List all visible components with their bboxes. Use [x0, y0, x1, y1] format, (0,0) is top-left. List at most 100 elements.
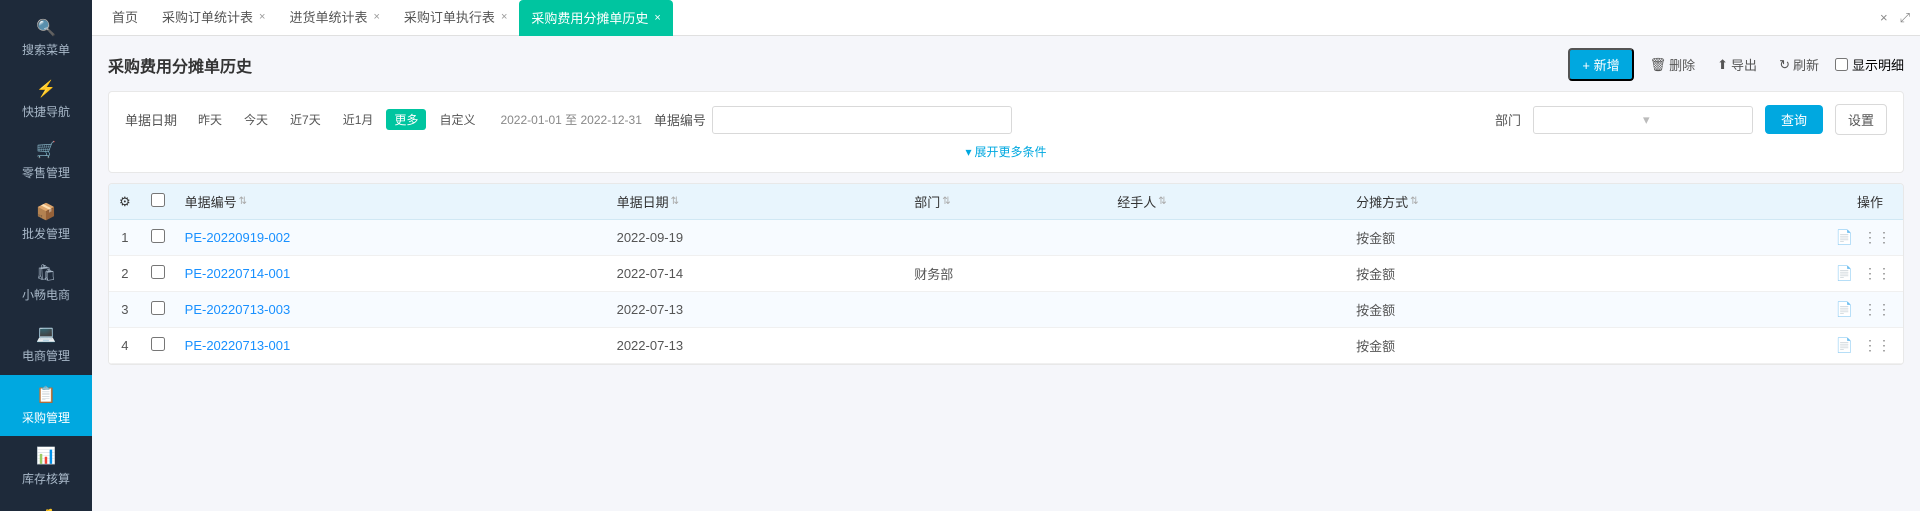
cell-doc-no-1[interactable]: PE-20220714-001	[175, 256, 607, 292]
col-ops: 操作	[1630, 184, 1903, 220]
tab-inbound-stat[interactable]: 进货单统计表×	[277, 0, 391, 36]
date-quick-buttons: 昨天 今天 近7天 近1月 更多 自定义	[189, 108, 484, 131]
sidebar-item-search[interactable]: 🔍搜索菜单	[0, 8, 92, 69]
tab-purchase-fee-history[interactable]: 采购费用分摊单历史×	[519, 0, 672, 36]
row-checkbox-2[interactable]	[151, 301, 165, 315]
tab-close-inbound-stat[interactable]: ×	[373, 11, 379, 23]
cell-ops-1: 📄 ⋮⋮	[1630, 256, 1903, 292]
chevron-down-icon: ▾	[965, 145, 971, 159]
select-all-checkbox[interactable]	[151, 193, 165, 207]
cell-ops-2: 📄 ⋮⋮	[1630, 292, 1903, 328]
show-detail-checkbox[interactable]: 显示明细	[1835, 55, 1904, 74]
cell-ops-0: 📄 ⋮⋮	[1630, 220, 1903, 256]
tab-close-purchase-fee-history[interactable]: ×	[654, 12, 660, 24]
doc-no-group: 单据编号	[654, 106, 1483, 134]
doc-no-input[interactable]	[712, 106, 1012, 134]
sidebar-item-retail[interactable]: 🛒零售管理	[0, 130, 92, 191]
chevron-down-icon: ▾	[1643, 112, 1744, 128]
detail-icon-0[interactable]: ⋮⋮	[1861, 227, 1893, 248]
dept-select-value	[1542, 112, 1643, 127]
cell-seq-0: 1	[109, 220, 141, 256]
delete-button[interactable]: 🗑 删除	[1644, 51, 1702, 78]
col-checkbox-header	[141, 184, 175, 220]
tab-home[interactable]: 首页	[100, 0, 150, 36]
dept-select[interactable]: ▾	[1533, 106, 1753, 134]
search-button[interactable]: 查询	[1765, 105, 1823, 134]
last1month-btn[interactable]: 近1月	[334, 108, 383, 131]
cell-doc-no-2[interactable]: PE-20220713-003	[175, 292, 607, 328]
cell-handler-3	[1107, 328, 1346, 364]
sidebar-item-finance[interactable]: 💰资金管理	[0, 498, 92, 511]
view-icon-1[interactable]: 📄	[1834, 263, 1855, 284]
sidebar-icon-ecommerce: 💻	[4, 324, 88, 346]
cell-alloc-1: 按金额	[1346, 256, 1630, 292]
expand-more-button[interactable]: ▾ 展开更多条件	[965, 143, 1046, 160]
today-btn[interactable]: 今天	[235, 108, 277, 131]
col-alloc-method: 分摊方式⇅	[1346, 184, 1630, 220]
cell-doc-date-2: 2022-07-13	[607, 292, 905, 328]
row-checkbox-0[interactable]	[151, 229, 165, 243]
add-button[interactable]: + 新增	[1568, 48, 1633, 81]
yesterday-btn[interactable]: 昨天	[189, 108, 231, 131]
cell-seq-3: 4	[109, 328, 141, 364]
dept-label: 部门	[1495, 110, 1521, 129]
header-actions: + 新增 🗑 删除 ⬆ 导出 ↻ 刷新 显示明细	[1568, 48, 1904, 81]
col-doc-no: 单据编号⇅	[175, 184, 607, 220]
tab-close-purchase-order-exec[interactable]: ×	[501, 11, 507, 23]
sidebar-item-ecommerce[interactable]: 💻电商管理	[0, 314, 92, 375]
more-btn[interactable]: 更多	[386, 109, 426, 130]
tab-close-purchase-order-stat[interactable]: ×	[259, 11, 265, 23]
data-table: ⚙ 单据编号⇅ 单据日期⇅ 部门⇅ 经手人⇅ 分摊方式⇅ 操作 1 PE-202…	[109, 184, 1903, 364]
cell-dept-3	[904, 328, 1107, 364]
last7days-btn[interactable]: 近7天	[281, 108, 330, 131]
sidebar-icon-purchase: 📋	[4, 385, 88, 407]
view-icon-2[interactable]: 📄	[1834, 299, 1855, 320]
sidebar-item-quick-nav[interactable]: ⚡快捷导航	[0, 69, 92, 130]
row-checkbox-1[interactable]	[151, 265, 165, 279]
cell-dept-1: 财务部	[904, 256, 1107, 292]
sidebar-item-wholesale[interactable]: 📦批发管理	[0, 192, 92, 253]
page-body: 采购费用分摊单历史 + 新增 🗑 删除 ⬆ 导出 ↻ 刷新 显示明细	[92, 36, 1920, 511]
custom-btn[interactable]: 自定义	[430, 108, 484, 131]
sidebar-label-retail: 零售管理	[4, 165, 88, 182]
col-doc-date: 单据日期⇅	[607, 184, 905, 220]
delete-icon: 🗑	[1650, 57, 1667, 73]
view-icon-3[interactable]: 📄	[1834, 335, 1855, 356]
cell-alloc-3: 按金额	[1346, 328, 1630, 364]
sidebar-item-purchase[interactable]: 📋 采购管理	[0, 375, 92, 436]
table-row: 1 PE-20220919-002 2022-09-19 按金额 📄 ⋮⋮	[109, 220, 1903, 256]
sidebar-item-mini-store[interactable]: 🛍小畅电商	[0, 253, 92, 314]
date-label: 单据日期	[125, 110, 177, 129]
cell-handler-2	[1107, 292, 1346, 328]
maximize-window-button[interactable]: ⤢	[1898, 8, 1912, 28]
date-range-display: 2022-01-01 至 2022-12-31	[500, 111, 641, 128]
sidebar-label-quick-nav: 快捷导航	[4, 104, 88, 121]
refresh-button[interactable]: ↻ 刷新	[1773, 51, 1825, 78]
row-checkbox-3[interactable]	[151, 337, 165, 351]
sidebar-icon-inventory: 📊	[4, 446, 88, 468]
view-icon-0[interactable]: 📄	[1834, 227, 1855, 248]
cell-ops-3: 📄 ⋮⋮	[1630, 328, 1903, 364]
cell-checkbox-2	[141, 292, 175, 328]
detail-icon-3[interactable]: ⋮⋮	[1861, 335, 1893, 356]
settings-button[interactable]: 设置	[1835, 104, 1887, 135]
cell-doc-no-3[interactable]: PE-20220713-001	[175, 328, 607, 364]
detail-icon-1[interactable]: ⋮⋮	[1861, 263, 1893, 284]
cell-dept-2	[904, 292, 1107, 328]
main-content: 首页采购订单统计表×进货单统计表×采购订单执行表×采购费用分摊单历史× × ⤢ …	[92, 0, 1920, 511]
tab-purchase-order-stat[interactable]: 采购订单统计表 ×	[150, 0, 277, 36]
refresh-icon: ↻	[1779, 57, 1790, 73]
cell-checkbox-1	[141, 256, 175, 292]
cell-doc-no-0[interactable]: PE-20220919-002	[175, 220, 607, 256]
sidebar-label-purchase: 采购管理	[4, 410, 88, 427]
cell-seq-2: 3	[109, 292, 141, 328]
cell-checkbox-3	[141, 328, 175, 364]
export-button[interactable]: ⬆ 导出	[1711, 51, 1763, 78]
tab-purchase-order-exec[interactable]: 采购订单执行表×	[392, 0, 519, 36]
tab-label-purchase-order-stat: 采购订单统计表	[162, 7, 253, 26]
sidebar: 🔍搜索菜单⚡快捷导航🛒零售管理📦批发管理🛍小畅电商💻电商管理 📋 采购管理 📊库存核算…	[0, 0, 92, 511]
close-window-button[interactable]: ×	[1878, 8, 1890, 27]
sidebar-item-inventory[interactable]: 📊库存核算	[0, 436, 92, 497]
cell-seq-1: 2	[109, 256, 141, 292]
detail-icon-2[interactable]: ⋮⋮	[1861, 299, 1893, 320]
